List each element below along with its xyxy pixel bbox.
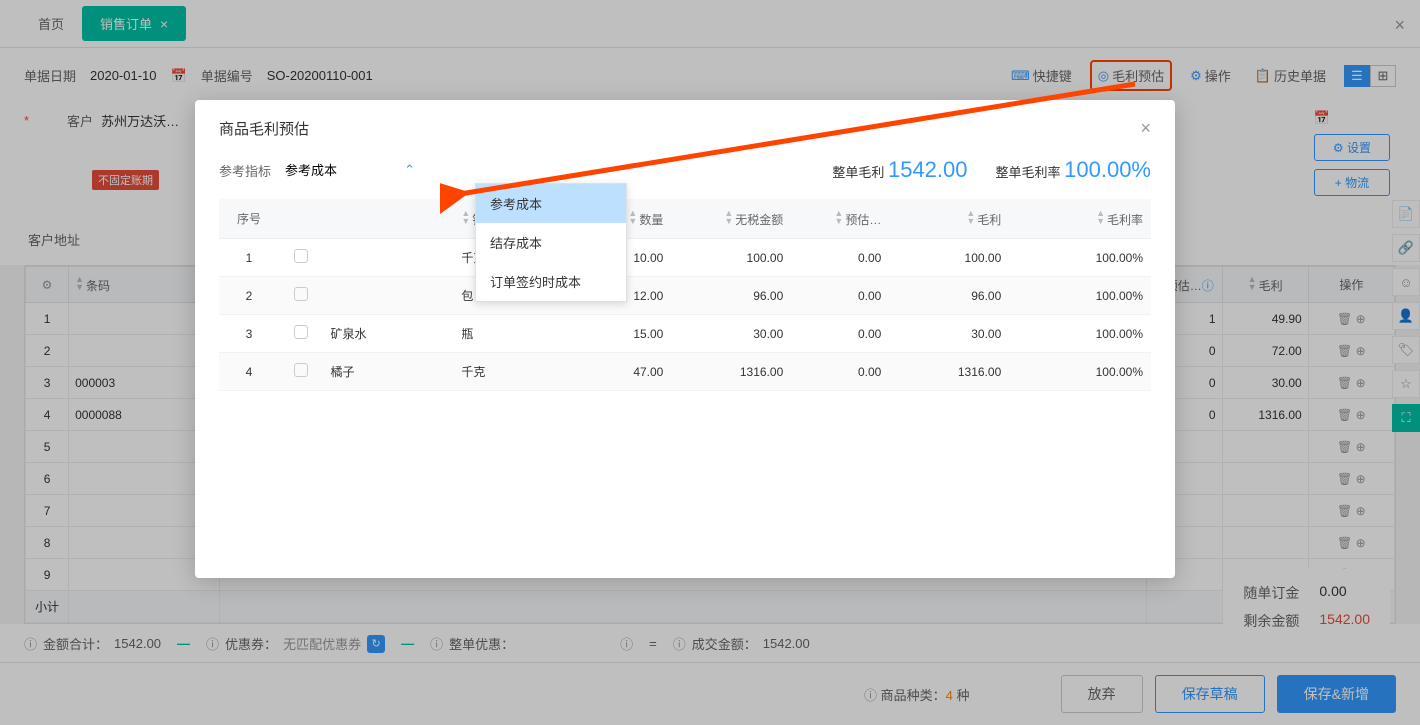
modal-row[interactable]: 2包12.0096.000.0096.00100.00% — [219, 277, 1151, 315]
mcol-profit: 毛利 — [977, 213, 1001, 227]
modal-row[interactable]: 3矿泉水瓶15.0030.000.0030.00100.00% — [219, 315, 1151, 353]
modal-profit-label: 整单毛利 — [832, 165, 884, 180]
modal-table: 序号 ▲▼销售单位 ▲▼数量 ▲▼无税金额 ▲▼预估… ▲▼毛利 ▲▼毛利率 1… — [219, 199, 1151, 391]
checkbox[interactable] — [294, 287, 308, 301]
modal-close-icon[interactable]: × — [1140, 118, 1151, 139]
modal-row[interactable]: 4橘子千克47.001316.000.001316.00100.00% — [219, 353, 1151, 391]
sort-icon[interactable]: ▲▼ — [461, 209, 470, 225]
mcol-amount: 无税金额 — [735, 213, 783, 227]
sort-icon[interactable]: ▲▼ — [834, 209, 843, 225]
sort-icon[interactable]: ▲▼ — [1096, 209, 1105, 225]
dropdown-option-balance-cost[interactable]: 结存成本 — [476, 223, 626, 262]
checkbox[interactable] — [294, 363, 308, 377]
modal-title: 商品毛利预估 — [219, 118, 309, 139]
ref-input[interactable] — [281, 158, 421, 182]
mcol-est: 预估… — [845, 213, 881, 227]
sort-icon[interactable]: ▲▼ — [628, 209, 637, 225]
modal-rate-value: 100.00% — [1064, 157, 1151, 182]
profit-modal: 商品毛利预估 × 参考指标 ⌃ 整单毛利 1542.00 整单毛利率 100.0… — [195, 100, 1175, 578]
mcol-rate: 毛利率 — [1107, 213, 1143, 227]
mcol-seq: 序号 — [219, 199, 279, 239]
modal-profit-value: 1542.00 — [888, 157, 968, 182]
checkbox[interactable] — [294, 325, 308, 339]
mcol-qty: 数量 — [639, 213, 663, 227]
ref-select[interactable]: ⌃ — [281, 158, 421, 182]
dropdown-option-ref-cost[interactable]: 参考成本 — [476, 184, 626, 223]
dropdown-option-signing-cost[interactable]: 订单签约时成本 — [476, 262, 626, 301]
modal-row[interactable]: 1千克10.00100.000.00100.00100.00% — [219, 239, 1151, 277]
ref-indicator-label: 参考指标 — [219, 161, 271, 180]
chevron-up-icon[interactable]: ⌃ — [404, 162, 415, 178]
sort-icon[interactable]: ▲▼ — [966, 209, 975, 225]
modal-rate-label: 整单毛利率 — [996, 165, 1061, 180]
ref-dropdown: 参考成本 结存成本 订单签约时成本 — [475, 183, 627, 302]
sort-icon[interactable]: ▲▼ — [724, 209, 733, 225]
checkbox[interactable] — [294, 249, 308, 263]
